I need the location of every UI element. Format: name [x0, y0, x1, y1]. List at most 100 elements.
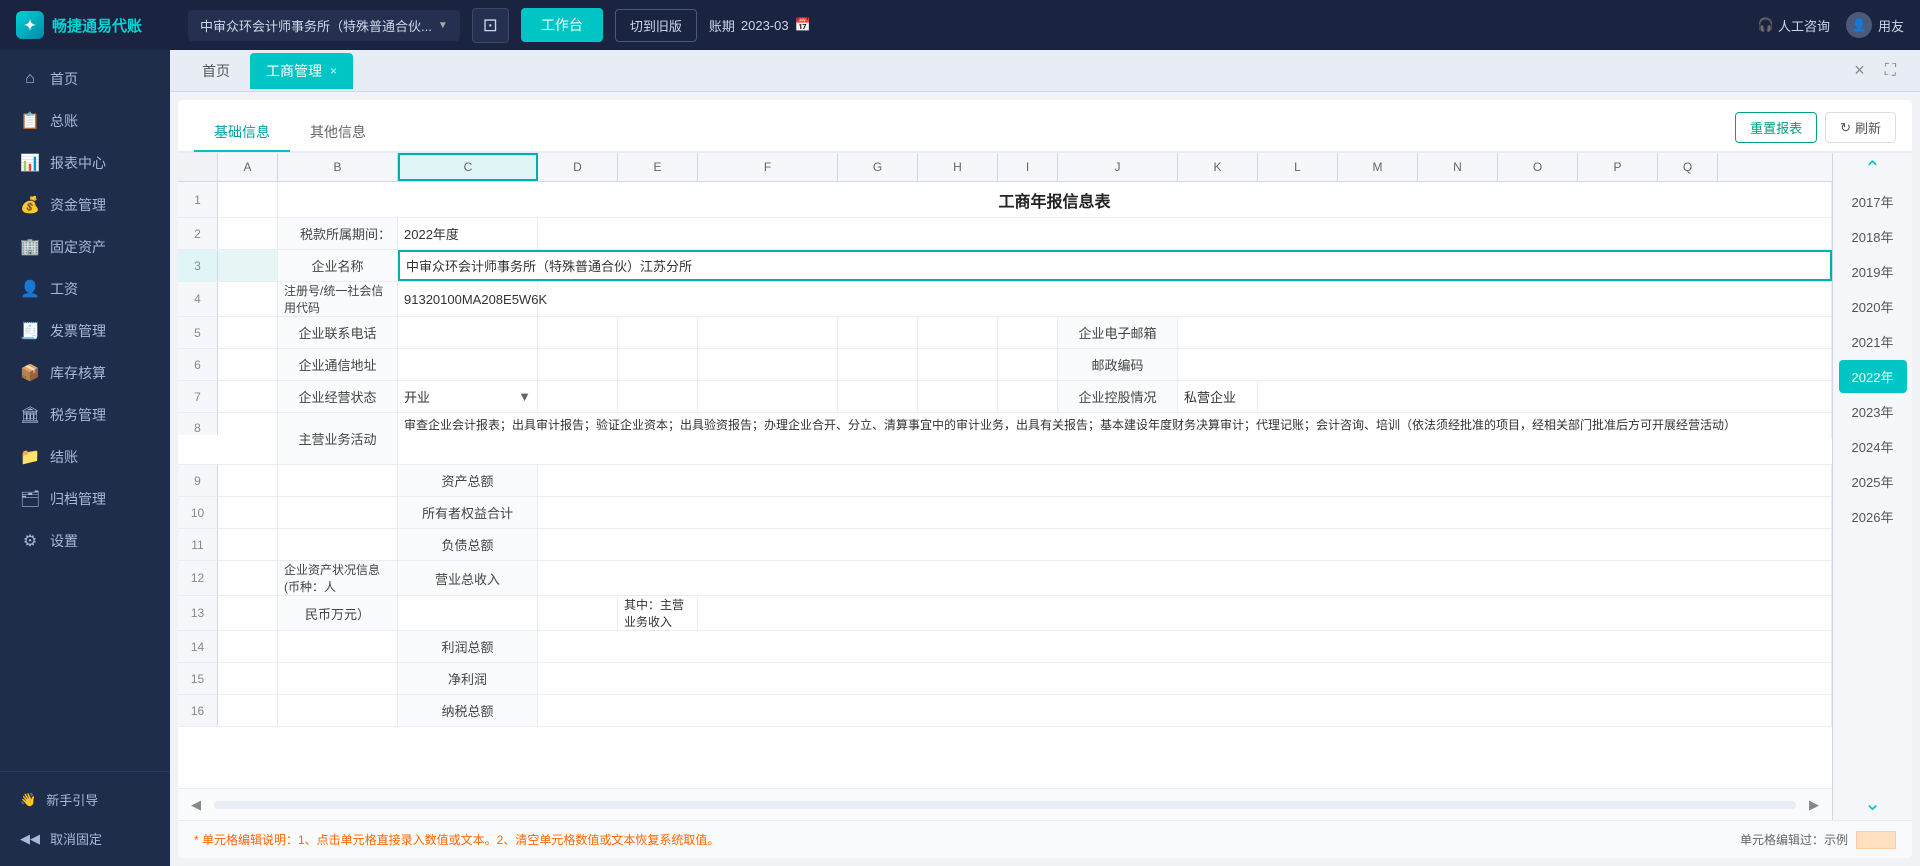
cell-5e[interactable]: [618, 317, 698, 348]
cell-13c[interactable]: [398, 596, 538, 630]
year-panel-down-arrow[interactable]: ⌄: [1864, 794, 1881, 814]
cell-7d[interactable]: [538, 381, 618, 412]
cell-3a[interactable]: [218, 250, 278, 281]
cell-8b[interactable]: 主营业务活动: [278, 413, 398, 464]
window-close-icon[interactable]: ×: [1846, 60, 1873, 81]
cell-13b[interactable]: 民币万元）: [278, 596, 398, 630]
col-header-a[interactable]: A: [218, 153, 278, 181]
sidebar-item-settings[interactable]: ⚙ 设置: [0, 520, 170, 562]
cell-15b[interactable]: [278, 663, 398, 694]
cell-14c[interactable]: 利润总额: [398, 631, 538, 662]
col-header-g[interactable]: G: [838, 153, 918, 181]
sidebar-item-home[interactable]: ⌂ 首页: [0, 58, 170, 100]
cell-9b[interactable]: [278, 465, 398, 496]
cell-6f[interactable]: [698, 349, 838, 380]
cell-15a[interactable]: [218, 663, 278, 694]
sidebar-item-reports[interactable]: 📊 报表中心: [0, 142, 170, 184]
cell-7rest[interactable]: [1258, 381, 1832, 412]
cell-7f[interactable]: [698, 381, 838, 412]
year-item-2026[interactable]: 2026年: [1839, 500, 1907, 533]
year-item-2018[interactable]: 2018年: [1839, 220, 1907, 253]
cell-6b[interactable]: 企业通信地址: [278, 349, 398, 380]
col-header-j[interactable]: J: [1058, 153, 1178, 181]
cell-12b[interactable]: 企业资产状况信息(币种：人: [278, 561, 398, 595]
col-header-f[interactable]: F: [698, 153, 838, 181]
cell-6h[interactable]: [918, 349, 998, 380]
cell-6c[interactable]: [398, 349, 538, 380]
user-menu[interactable]: 👤 用友: [1846, 12, 1904, 38]
cell-6j[interactable]: 邮政编码: [1058, 349, 1178, 380]
reset-report-button[interactable]: 重置报表: [1735, 112, 1817, 143]
cell-8a[interactable]: [218, 413, 278, 464]
cell-7k[interactable]: 私营企业: [1178, 381, 1258, 412]
cell-16rest[interactable]: [538, 695, 1832, 726]
cell-6d[interactable]: [538, 349, 618, 380]
cell-4b[interactable]: 注册号/统一社会信用代码: [278, 282, 398, 316]
col-header-p[interactable]: P: [1578, 153, 1658, 181]
cell-13d[interactable]: [538, 596, 618, 630]
cell-6i[interactable]: [998, 349, 1058, 380]
workbench-button[interactable]: 工作台: [521, 8, 603, 42]
year-item-2017[interactable]: 2017年: [1839, 185, 1907, 218]
year-item-2024[interactable]: 2024年: [1839, 430, 1907, 463]
cell-12a[interactable]: [218, 561, 278, 595]
cell-10b[interactable]: [278, 497, 398, 528]
cell-10rest[interactable]: [538, 497, 1832, 528]
cell-5j[interactable]: 企业电子邮箱: [1058, 317, 1178, 348]
cell-8c[interactable]: 审查企业会计报表；出具审计报告；验证企业资本；出具验资报告；办理企业合开、分立、…: [398, 413, 1832, 438]
cell-5i[interactable]: [998, 317, 1058, 348]
cell-5f[interactable]: [698, 317, 838, 348]
cell-7i[interactable]: [998, 381, 1058, 412]
col-header-q[interactable]: Q: [1658, 153, 1718, 181]
sidebar-item-invoice[interactable]: 🧾 发票管理: [0, 310, 170, 352]
sidebar-item-close[interactable]: 📁 结账: [0, 436, 170, 478]
sidebar-item-ledger[interactable]: 📋 总账: [0, 100, 170, 142]
cell-6e[interactable]: [618, 349, 698, 380]
cell-11a[interactable]: [218, 529, 278, 560]
col-header-m[interactable]: M: [1338, 153, 1418, 181]
col-header-n[interactable]: N: [1418, 153, 1498, 181]
col-header-i[interactable]: I: [998, 153, 1058, 181]
cell-7h[interactable]: [918, 381, 998, 412]
cell-7e[interactable]: [618, 381, 698, 412]
sidebar-item-tax[interactable]: 🏛 税务管理: [0, 394, 170, 436]
cell-16c[interactable]: 纳税总额: [398, 695, 538, 726]
cell-7b[interactable]: 企业经营状态: [278, 381, 398, 412]
cell-16a[interactable]: [218, 695, 278, 726]
cell-7g[interactable]: [838, 381, 918, 412]
cell-15c[interactable]: 净利润: [398, 663, 538, 694]
cell-12rest[interactable]: [538, 561, 1832, 595]
cell-5d[interactable]: [538, 317, 618, 348]
cell-2b[interactable]: 税款所属期间：: [278, 218, 398, 249]
calendar-icon[interactable]: 📅: [795, 17, 811, 33]
year-item-2020[interactable]: 2020年: [1839, 290, 1907, 323]
cell-5g[interactable]: [838, 317, 918, 348]
cell-14b[interactable]: [278, 631, 398, 662]
cell-2c[interactable]: 2022年度: [398, 218, 538, 249]
subtab-basic[interactable]: 基础信息: [194, 114, 290, 152]
subtab-other[interactable]: 其他信息: [290, 114, 386, 152]
scroll-track[interactable]: [214, 801, 1796, 809]
cell-3b[interactable]: 企业名称: [278, 250, 398, 281]
refresh-button[interactable]: ↻ 刷新: [1825, 112, 1896, 143]
cell-5c[interactable]: [398, 317, 538, 348]
cell-11c[interactable]: 负债总额: [398, 529, 538, 560]
dropdown-arrow-icon[interactable]: ▼: [518, 389, 531, 404]
cell-11b[interactable]: [278, 529, 398, 560]
tab-close-icon[interactable]: ×: [330, 64, 337, 78]
copy-button[interactable]: ⊡: [472, 8, 509, 43]
cell-5b[interactable]: 企业联系电话: [278, 317, 398, 348]
cell-16b[interactable]: [278, 695, 398, 726]
col-header-e[interactable]: E: [618, 153, 698, 181]
cell-10c[interactable]: 所有者权益合计: [398, 497, 538, 528]
cell-13e[interactable]: 其中：主营业务收入: [618, 596, 698, 630]
company-selector[interactable]: 中审众环会计师事务所（特殊普通合伙... ▼: [188, 10, 460, 41]
cell-9c[interactable]: 资产总额: [398, 465, 538, 496]
cell-13a[interactable]: [218, 596, 278, 630]
cell-6rest[interactable]: [1178, 349, 1832, 380]
cell-9rest[interactable]: [538, 465, 1832, 496]
year-item-2023[interactable]: 2023年: [1839, 395, 1907, 428]
cell-15rest[interactable]: [538, 663, 1832, 694]
cell-5rest[interactable]: [1178, 317, 1832, 348]
tab-home[interactable]: 首页: [186, 53, 246, 89]
